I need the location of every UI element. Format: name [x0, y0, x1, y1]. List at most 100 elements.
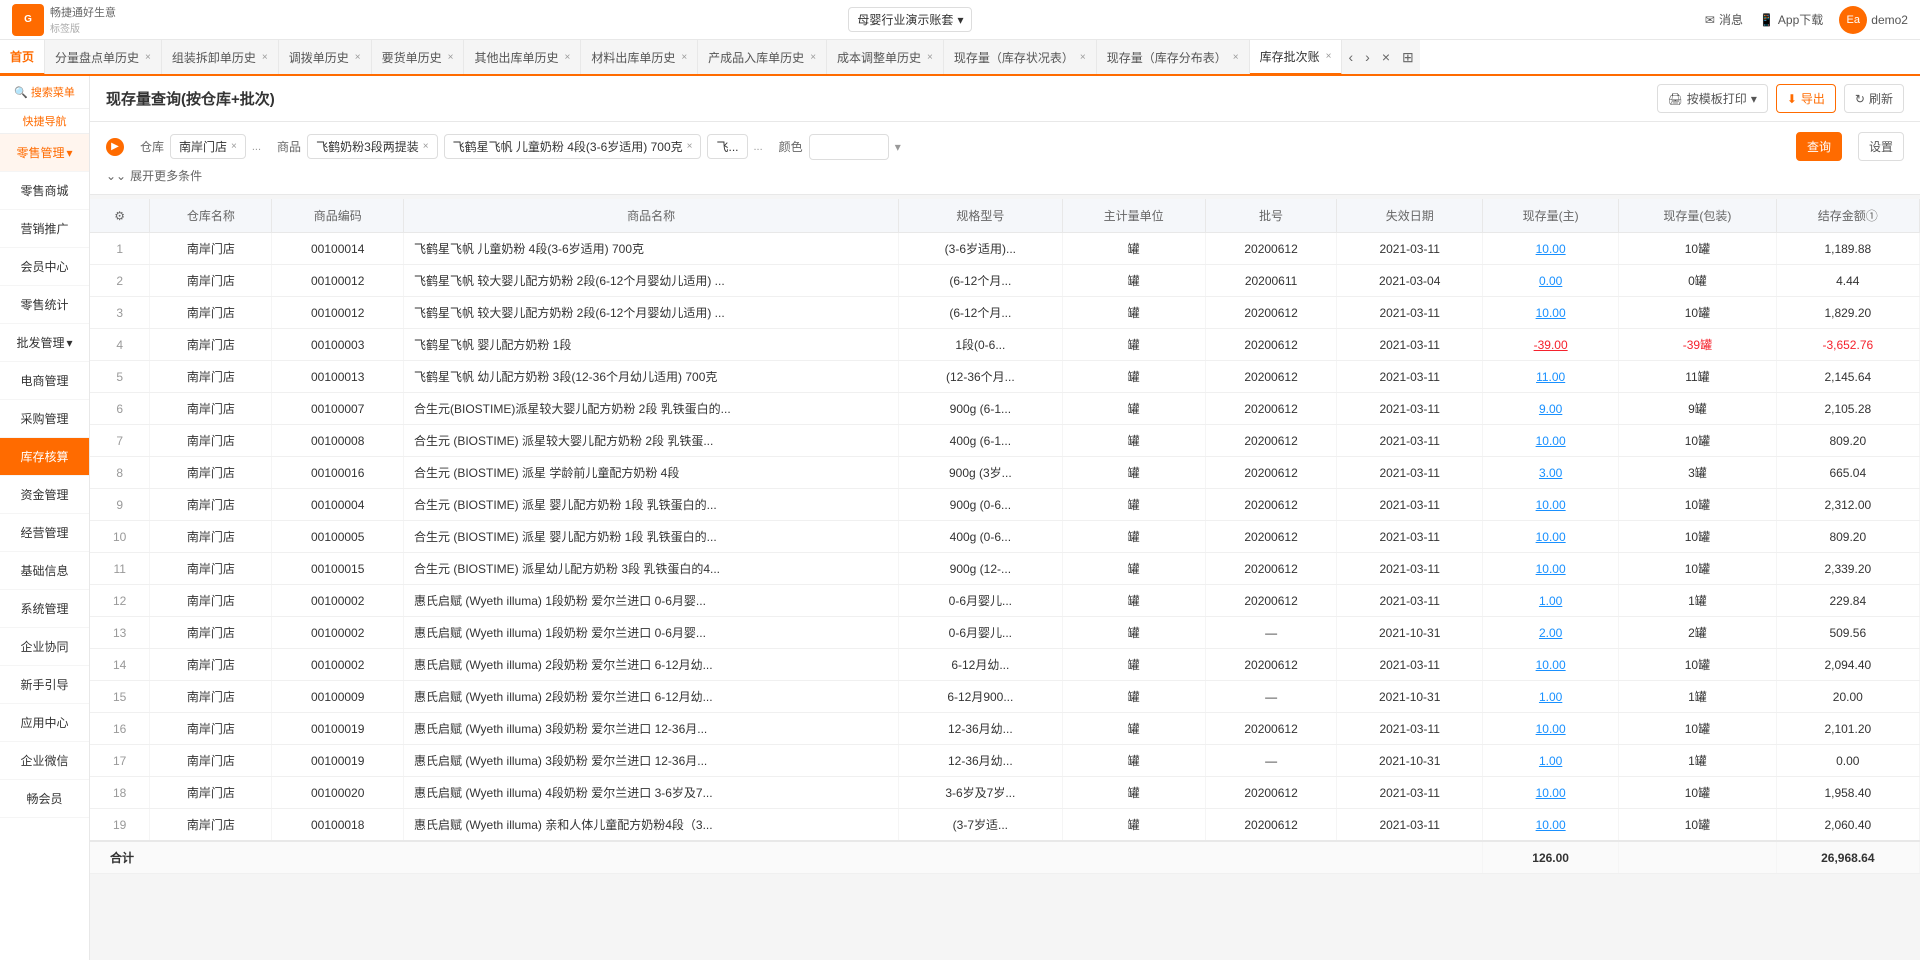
row-qty-main[interactable]: -39.00	[1483, 329, 1619, 361]
print-button[interactable]: 🖨 按模板打印 ▾	[1657, 84, 1768, 113]
tab-tiao-bo[interactable]: 调拨单历史 ×	[279, 40, 372, 75]
tab-close-icon[interactable]: ×	[355, 52, 361, 63]
message-button[interactable]: ✉ 消息	[1705, 11, 1743, 28]
sidebar-item-business[interactable]: 经营管理	[0, 514, 89, 552]
sidebar-item-ecommerce[interactable]: 电商管理	[0, 362, 89, 400]
sidebar-item-enterprise-wechat[interactable]: 企业微信	[0, 742, 89, 780]
row-qty-main[interactable]: 10.00	[1483, 425, 1619, 457]
tab-close-icon[interactable]: ×	[1326, 51, 1332, 62]
row-qty-main[interactable]: 10.00	[1483, 521, 1619, 553]
row-qty-main[interactable]: 11.00	[1483, 361, 1619, 393]
row-qty-main[interactable]: 3.00	[1483, 457, 1619, 489]
tab-menu-button[interactable]: ⊞	[1396, 40, 1420, 75]
print-icon: 🖨	[1668, 92, 1683, 106]
tab-close-icon[interactable]: ×	[810, 52, 816, 63]
sidebar-item-finance[interactable]: 资金管理	[0, 476, 89, 514]
row-amount: 20.00	[1776, 681, 1919, 713]
row-qty-main[interactable]: 10.00	[1483, 713, 1619, 745]
tab-close-all-button[interactable]: ×	[1376, 40, 1396, 75]
sidebar-item-system[interactable]: 系统管理	[0, 590, 89, 628]
row-qty-main[interactable]: 10.00	[1483, 489, 1619, 521]
tab-home[interactable]: 首页	[0, 40, 45, 75]
color-input[interactable]	[809, 134, 889, 160]
row-index: 17	[90, 745, 150, 777]
warehouse-tag-close[interactable]: ×	[231, 141, 237, 152]
tab-cai-liao[interactable]: 材料出库单历史 ×	[581, 40, 698, 75]
row-qty-main[interactable]: 10.00	[1483, 553, 1619, 585]
row-unit: 罐	[1062, 585, 1205, 617]
sidebar-search[interactable]: 🔍 搜索菜单	[0, 76, 89, 109]
account-dropdown[interactable]: 母婴行业演示账套 ▾	[848, 7, 972, 32]
tab-close-icon[interactable]: ×	[262, 52, 268, 63]
color-dropdown-icon[interactable]: ▾	[895, 140, 901, 154]
goods-tag-1-close[interactable]: ×	[423, 141, 429, 152]
tab-zu-chai[interactable]: 组装拆卸单历史 ×	[162, 40, 279, 75]
tab-close-icon[interactable]: ×	[564, 52, 570, 63]
sidebar-item-wholesale[interactable]: 批发管理 ▾	[0, 324, 89, 362]
sidebar-item-retail-stats[interactable]: 零售统计	[0, 286, 89, 324]
sidebar-item-app-center[interactable]: 应用中心	[0, 704, 89, 742]
sidebar-item-cooperation[interactable]: 企业协同	[0, 628, 89, 666]
tab-close-icon[interactable]: ×	[448, 52, 454, 63]
sidebar-item-retail-mall[interactable]: 零售商城	[0, 172, 89, 210]
tab-qi-ta[interactable]: 其他出库单历史 ×	[464, 40, 581, 75]
tab-close-icon[interactable]: ×	[1080, 52, 1086, 63]
row-qty-main[interactable]: 10.00	[1483, 649, 1619, 681]
sidebar-item-member-plus[interactable]: 畅会员	[0, 780, 89, 818]
tab-cheng-ben[interactable]: 成本调整单历史 ×	[827, 40, 944, 75]
row-qty-pkg: 10罐	[1619, 809, 1776, 842]
row-qty-main[interactable]: 1.00	[1483, 585, 1619, 617]
expand-more-button[interactable]: ⌄⌄ 展开更多条件	[106, 167, 1904, 184]
sidebar-item-base-info[interactable]: 基础信息	[0, 552, 89, 590]
row-qty-main[interactable]: 10.00	[1483, 777, 1619, 809]
table-row: 6 南岸门店 00100007 合生元(BIOSTIME)派星较大婴儿配方奶粉 …	[90, 393, 1920, 425]
row-warehouse: 南岸门店	[150, 713, 272, 745]
sidebar-item-purchase[interactable]: 采购管理	[0, 400, 89, 438]
row-qty-main[interactable]: 9.00	[1483, 393, 1619, 425]
dropdown-icon: ▾	[1751, 92, 1757, 106]
tab-close-icon[interactable]: ×	[145, 52, 151, 63]
sidebar-item-member[interactable]: 会员中心	[0, 248, 89, 286]
tab-pi-ci[interactable]: 库存批次账 ×	[1250, 40, 1343, 75]
tab-xian-cun1[interactable]: 现存量（库存状况表） ×	[944, 40, 1097, 75]
tab-close-icon[interactable]: ×	[1233, 52, 1239, 63]
row-qty-main[interactable]: 0.00	[1483, 265, 1619, 297]
user-avatar[interactable]: Ea demo2	[1839, 6, 1908, 34]
tab-close-icon[interactable]: ×	[927, 52, 933, 63]
sidebar-item-inventory[interactable]: 库存核算	[0, 438, 89, 476]
settings-button[interactable]: 设置	[1858, 132, 1904, 161]
query-button[interactable]: 查询	[1796, 132, 1842, 161]
sidebar-quick-nav[interactable]: 快捷导航	[0, 109, 89, 134]
tab-next-button[interactable]: ›	[1359, 40, 1376, 75]
refresh-button[interactable]: ↻ 刷新	[1844, 84, 1904, 113]
row-warehouse: 南岸门店	[150, 649, 272, 681]
export-button[interactable]: ⬇ 导出	[1776, 84, 1836, 113]
row-qty-main[interactable]: 1.00	[1483, 745, 1619, 777]
tab-prev-button[interactable]: ‹	[1342, 40, 1359, 75]
sidebar-item-guide[interactable]: 新手引导	[0, 666, 89, 704]
row-qty-main[interactable]: 10.00	[1483, 809, 1619, 842]
filter-toggle-button[interactable]: ▶	[106, 138, 124, 156]
tab-close-icon[interactable]: ×	[681, 52, 687, 63]
col-settings[interactable]: ⚙	[90, 199, 150, 233]
sidebar-item-retail-mgmt[interactable]: 零售管理 ▾	[0, 134, 89, 172]
row-qty-pkg: 10罐	[1619, 713, 1776, 745]
goods-more[interactable]: ...	[754, 141, 763, 153]
row-qty-main[interactable]: 10.00	[1483, 233, 1619, 265]
row-warehouse: 南岸门店	[150, 393, 272, 425]
sidebar-item-marketing[interactable]: 营销推广	[0, 210, 89, 248]
row-qty-main[interactable]: 1.00	[1483, 681, 1619, 713]
row-qty-main[interactable]: 2.00	[1483, 617, 1619, 649]
row-qty-main[interactable]: 10.00	[1483, 297, 1619, 329]
tab-chan-pin[interactable]: 产成品入库单历史 ×	[698, 40, 827, 75]
goods-tag-2-close[interactable]: ×	[687, 141, 693, 152]
tab-xian-cun2[interactable]: 现存量（库存分布表） ×	[1097, 40, 1250, 75]
row-qty-pkg: 10罐	[1619, 489, 1776, 521]
tab-fen-pan[interactable]: 分量盘点单历史 ×	[45, 40, 162, 75]
warehouse-more[interactable]: ...	[252, 141, 261, 153]
tab-yao-huo[interactable]: 要货单历史 ×	[372, 40, 465, 75]
summary-qty-main: 126.00	[1483, 841, 1619, 874]
app-download-button[interactable]: 📱 App下载	[1759, 11, 1823, 28]
settings-icon[interactable]: ⚙	[114, 209, 125, 223]
row-name: 飞鹤星飞帆 幼儿配方奶粉 3段(12-36个月幼儿适用) 700克	[403, 361, 898, 393]
